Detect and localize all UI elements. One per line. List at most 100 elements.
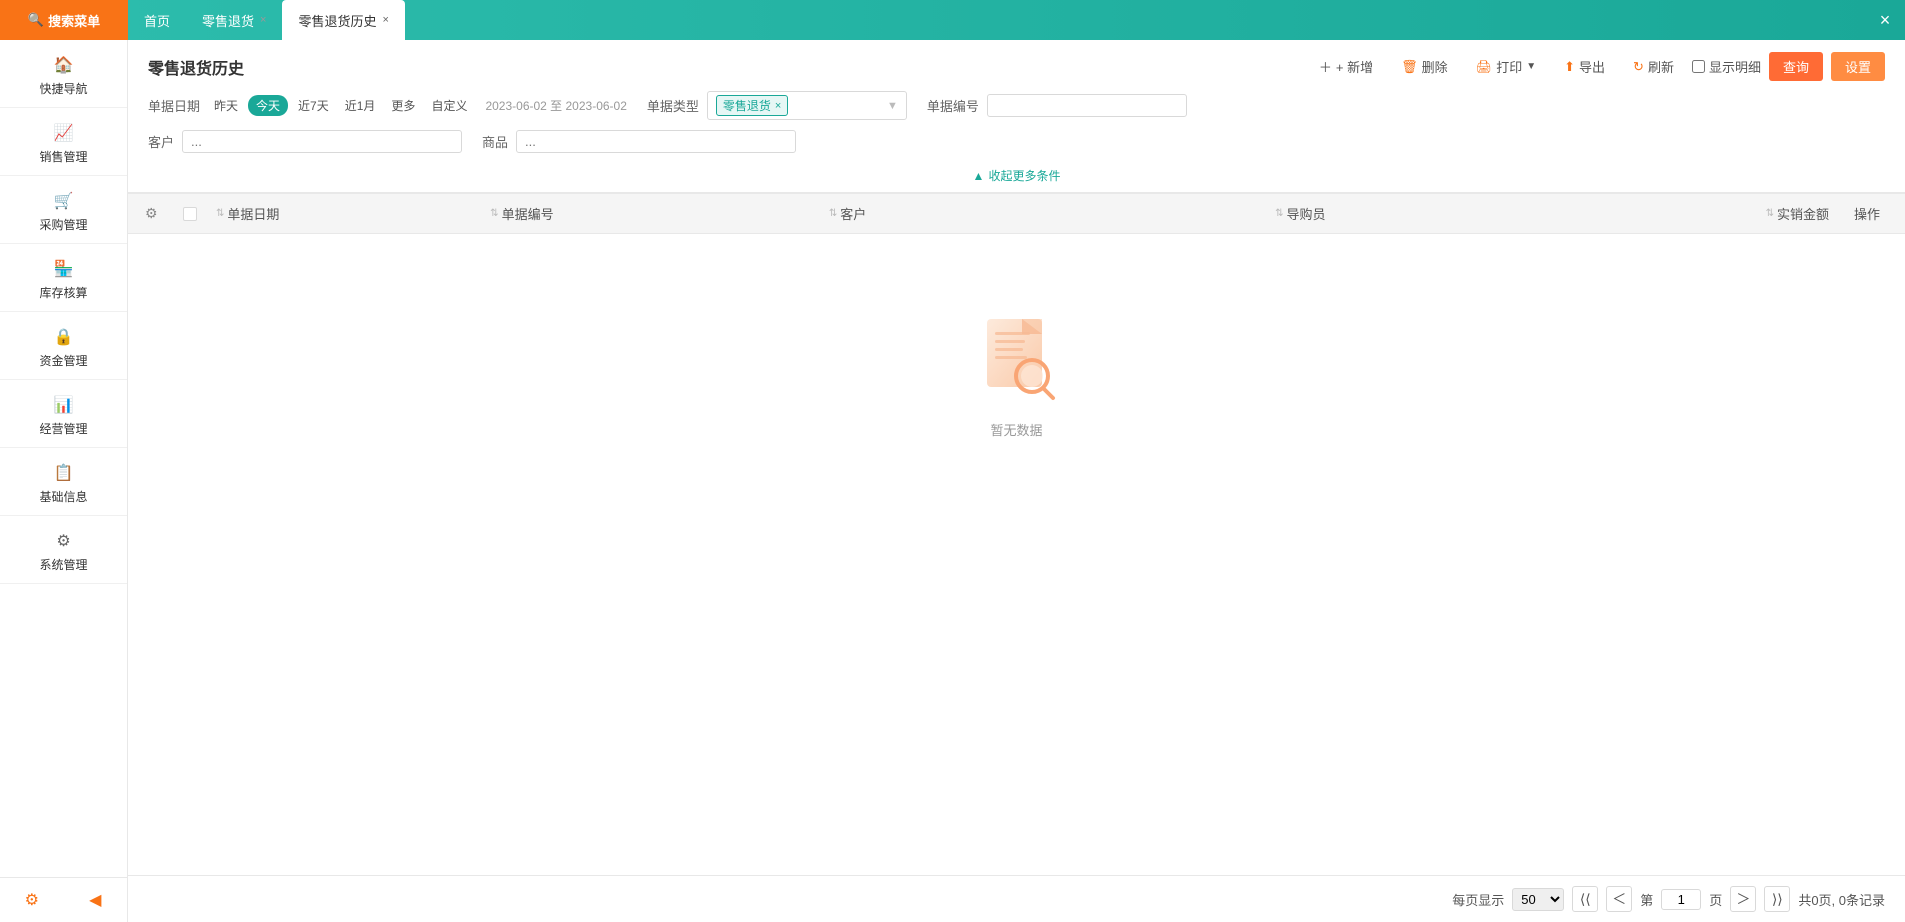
empty-state: 暂无数据 [128, 234, 1905, 519]
sidebar-bottom: ⚙ ◀ [0, 877, 127, 922]
date-label: 单据日期 [148, 96, 200, 115]
th-bill-no[interactable]: ⇅ 单据编号 [482, 204, 821, 223]
content-area: 零售退货历史 ＋ + 新增 🗑 删除 🖨 打印 ▼ [128, 40, 1905, 922]
settings-icon[interactable]: ⚙ [145, 205, 163, 223]
prev-page-button[interactable]: ＜ [1606, 886, 1632, 912]
collapse-bar[interactable]: ▲ 收起更多条件 [148, 163, 1885, 192]
page-unit-label: 页 [1709, 890, 1722, 909]
settings-button[interactable]: 设置 [1831, 52, 1885, 81]
th-guide-label: 导购员 [1287, 204, 1326, 223]
page-header: 零售退货历史 ＋ + 新增 🗑 删除 🖨 打印 ▼ [128, 40, 1905, 193]
sidebar-item-6[interactable]: 📋基础信息 [0, 448, 127, 516]
sidebar-item-icon-6: 📋 [53, 462, 75, 484]
th-settings[interactable]: ⚙ [136, 205, 172, 223]
tab-2[interactable]: 零售退货历史 × [282, 0, 404, 40]
new-label: + 新增 [1336, 57, 1373, 76]
export-button[interactable]: ⬆ 导出 [1554, 53, 1615, 80]
date-custom[interactable]: 自定义 [425, 95, 473, 116]
th-checkbox[interactable] [172, 207, 208, 221]
th-action-label: 操作 [1854, 204, 1880, 223]
search-menu-label: 搜索菜单 [48, 11, 100, 30]
filter-area: 单据日期 昨天 今天 近7天 近1月 更多 自定义 2023-06-02 至 2… [148, 91, 1885, 192]
sort-asc-cust-icon: ⇅ [829, 208, 837, 219]
sidebar-item-5[interactable]: 📊经营管理 [0, 380, 127, 448]
sidebar-item-icon-4: 🔒 [53, 326, 75, 348]
sidebar-item-7[interactable]: ⚙系统管理 [0, 516, 127, 584]
bill-type-tag-text: 零售退货 [723, 97, 771, 114]
th-date[interactable]: ⇅ 单据日期 [208, 204, 482, 223]
tab-label-2: 零售退货历史 [298, 11, 376, 30]
tab-close-2[interactable]: × [382, 14, 388, 26]
th-action: 操作 [1837, 204, 1897, 223]
th-amount[interactable]: ⇅ 实销金额 [1606, 204, 1837, 223]
display-detail-checkbox[interactable] [1692, 60, 1705, 73]
next-page-button[interactable]: ＞ [1730, 886, 1756, 912]
sidebar-item-label-7: 系统管理 [39, 556, 87, 573]
sidebar-item-label-4: 资金管理 [39, 352, 87, 369]
sidebar-item-icon-0: 🏠 [53, 54, 75, 76]
sidebar-item-label-3: 库存核算 [39, 284, 87, 301]
select-all-checkbox[interactable] [183, 207, 197, 221]
sidebar-settings-button[interactable]: ⚙ [0, 878, 64, 922]
tab-0[interactable]: 首页 [128, 0, 186, 40]
sidebar-item-2[interactable]: 🛒 采购管理 [0, 176, 127, 244]
sidebar-item-label-1: 销售管理 [39, 148, 87, 165]
table-header: ⚙ ⇅ 单据日期 ⇅ 单据编号 ⇅ 客户 [128, 194, 1905, 234]
filter-row-1: 单据日期 昨天 今天 近7天 近1月 更多 自定义 2023-06-02 至 2… [148, 91, 1885, 120]
page-number-input[interactable] [1661, 889, 1701, 910]
product-filter: 商品 [482, 130, 796, 153]
sidebar-item-3[interactable]: 🏪库存核算 [0, 244, 127, 312]
sort-asc-bill-icon: ⇅ [490, 208, 498, 219]
th-customer[interactable]: ⇅ 客户 [821, 204, 1267, 223]
top-bar: 🔍 搜索菜单 首页 零售退货 × 零售退货历史 × × [0, 0, 1905, 40]
sidebar-collapse-button[interactable]: ◀ [64, 878, 128, 922]
tab-label-1: 零售退货 [202, 11, 254, 30]
bill-no-filter: 单据编号 [927, 94, 1187, 117]
brand-icon: 🔍 [28, 12, 44, 28]
date-yesterday[interactable]: 昨天 [208, 95, 244, 116]
th-guide[interactable]: ⇅ 导购员 [1267, 204, 1606, 223]
tab-label-0: 首页 [144, 11, 170, 30]
date-7days[interactable]: 近7天 [292, 95, 335, 116]
sidebar-item-0[interactable]: 🏠 快捷导航 [0, 40, 127, 108]
refresh-button[interactable]: ↻ 刷新 [1623, 53, 1684, 80]
date-today[interactable]: 今天 [248, 95, 288, 116]
sidebar-item-1[interactable]: 📈销售管理 [0, 108, 127, 176]
window-close-button[interactable]: × [1865, 0, 1905, 40]
print-label: 打印 [1496, 57, 1522, 76]
sidebar-item-icon-2: 🛒 [53, 190, 75, 212]
customer-label: 客户 [148, 132, 174, 151]
th-bill-label: 单据编号 [502, 204, 554, 223]
refresh-label: 刷新 [1648, 57, 1674, 76]
table-container: ⚙ ⇅ 单据日期 ⇅ 单据编号 ⇅ 客户 [128, 194, 1905, 519]
date-range-display: 2023-06-02 至 2023-06-02 [485, 97, 626, 114]
print-button[interactable]: 🖨 打印 ▼ [1466, 53, 1546, 80]
customer-input[interactable] [182, 130, 462, 153]
th-date-label: 单据日期 [227, 204, 279, 223]
page-label: 第 [1640, 890, 1653, 909]
bill-type-tag-close[interactable]: × [775, 100, 781, 112]
tab-close-1[interactable]: × [260, 14, 266, 26]
tab-list: 首页 零售退货 × 零售退货历史 × [128, 0, 1865, 40]
new-button[interactable]: ＋ + 新增 [1309, 53, 1383, 80]
bill-type-select[interactable]: 零售退货 × ▼ [707, 91, 907, 120]
display-detail-toggle[interactable]: 显示明细 [1692, 57, 1761, 76]
customer-filter: 客户 [148, 130, 462, 153]
first-page-button[interactable]: ⟨⟨ [1572, 886, 1598, 912]
bill-no-input[interactable] [987, 94, 1187, 117]
sidebar-item-4[interactable]: 🔒 资金管理 [0, 312, 127, 380]
print-chevron-icon: ▼ [1526, 61, 1536, 72]
delete-button[interactable]: 🗑 删除 [1391, 53, 1458, 80]
product-label: 商品 [482, 132, 508, 151]
date-1month[interactable]: 近1月 [339, 95, 382, 116]
query-button[interactable]: 查询 [1769, 52, 1823, 81]
sidebar-item-label-0: 快捷导航 [39, 80, 87, 97]
date-shortcuts: 昨天 今天 近7天 近1月 更多 自定义 [208, 95, 473, 116]
date-more[interactable]: 更多 [385, 95, 421, 116]
tab-1[interactable]: 零售退货 × [186, 0, 282, 40]
product-input[interactable] [516, 130, 796, 153]
filter-row-2: 客户 商品 [148, 130, 1885, 153]
sidebar-item-label-2: 采购管理 [39, 216, 87, 233]
last-page-button[interactable]: ⟩⟩ [1764, 886, 1790, 912]
per-page-select[interactable]: 50 10 20 100 [1512, 888, 1564, 911]
